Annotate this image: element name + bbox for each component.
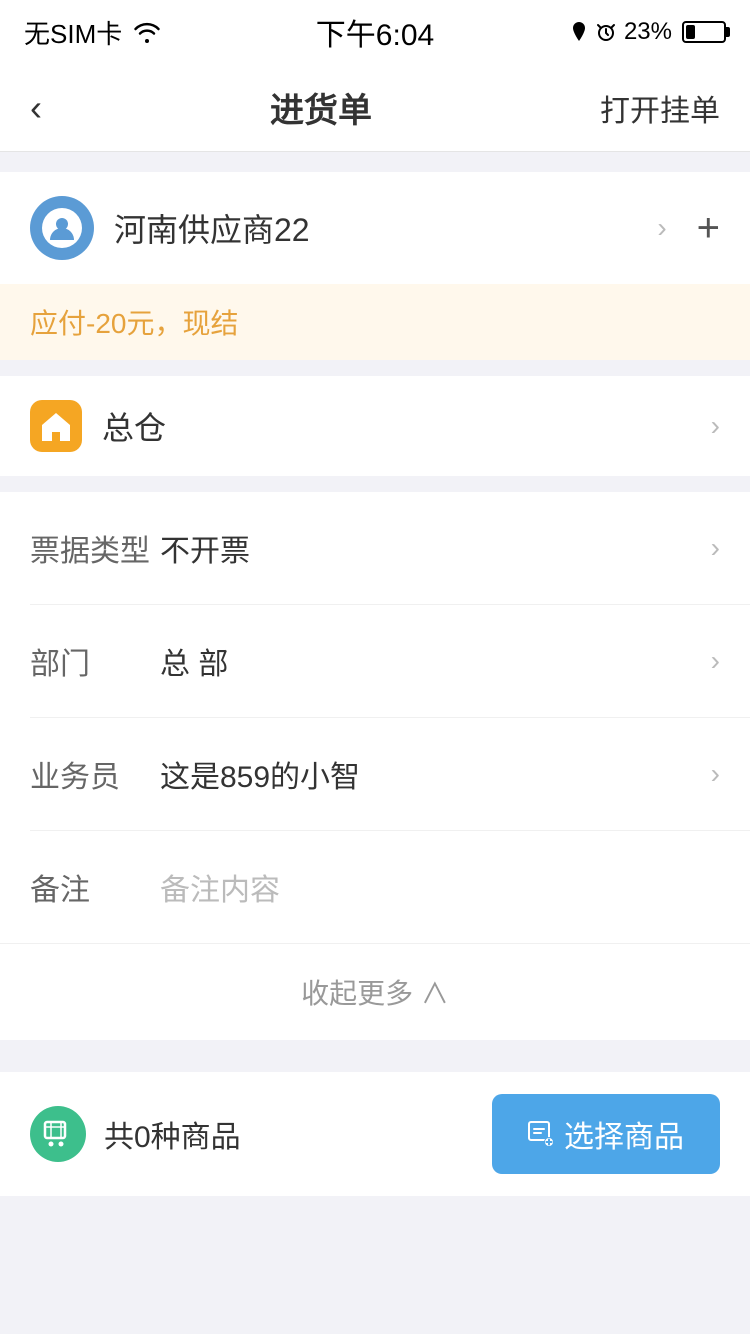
remark-input[interactable]: 备注内容 bbox=[160, 865, 720, 909]
remark-row[interactable]: 备注 备注内容 bbox=[0, 831, 750, 943]
alarm-icon bbox=[596, 21, 616, 43]
status-bar-left: 无SIM卡 bbox=[24, 14, 162, 51]
warehouse-icon-wrap bbox=[30, 400, 82, 452]
notice-text: 应付-20元，现结 bbox=[30, 308, 238, 339]
product-count-area: 共0种商品 bbox=[30, 1106, 241, 1162]
top-divider bbox=[0, 152, 750, 172]
open-pending-button[interactable]: 打开挂单 bbox=[600, 86, 720, 130]
wifi-icon bbox=[132, 21, 162, 43]
form-section: 票据类型 不开票 › 部门 总 部 › 业务员 这是859的小智 › 备注 备注… bbox=[0, 492, 750, 1040]
supplier-avatar bbox=[30, 196, 94, 260]
cart-icon bbox=[43, 1120, 73, 1148]
section-divider-2 bbox=[0, 476, 750, 492]
invoice-chevron-icon: › bbox=[711, 532, 720, 564]
invoice-label: 票据类型 bbox=[30, 526, 160, 570]
remark-label: 备注 bbox=[30, 865, 160, 909]
select-product-button[interactable]: 选择商品 bbox=[492, 1094, 720, 1174]
department-chevron-icon: › bbox=[711, 645, 720, 677]
bottom-bar: 共0种商品 选择商品 bbox=[0, 1072, 750, 1196]
warehouse-chevron-icon: › bbox=[711, 410, 720, 442]
house-icon bbox=[40, 411, 72, 441]
warehouse-row[interactable]: 总仓 › bbox=[0, 376, 750, 476]
battery-icon bbox=[682, 21, 726, 43]
nav-bar: ‹ 进货单 打开挂单 bbox=[0, 64, 750, 152]
cart-icon-wrap bbox=[30, 1106, 86, 1162]
department-value: 总 部 bbox=[160, 639, 711, 683]
page-title: 进货单 bbox=[270, 83, 372, 132]
supplier-chevron-icon: › bbox=[657, 212, 666, 244]
department-row[interactable]: 部门 总 部 › bbox=[0, 605, 750, 717]
salesperson-row[interactable]: 业务员 这是859的小智 › bbox=[0, 718, 750, 830]
select-product-label: 选择商品 bbox=[564, 1112, 684, 1156]
supplier-section: 河南供应商22 › + 应付-20元，现结 bbox=[0, 172, 750, 360]
person-icon bbox=[46, 212, 78, 244]
salesperson-label: 业务员 bbox=[30, 752, 160, 796]
status-bar-time: 下午6:04 bbox=[316, 10, 434, 54]
collapse-row[interactable]: 收起更多 ∧ bbox=[0, 943, 750, 1040]
salesperson-value: 这是859的小智 bbox=[160, 752, 711, 796]
status-bar-right: 23% bbox=[570, 18, 726, 46]
location-icon bbox=[570, 21, 588, 43]
select-product-icon bbox=[528, 1121, 554, 1147]
salesperson-chevron-icon: › bbox=[711, 758, 720, 790]
supplier-row[interactable]: 河南供应商22 › + bbox=[0, 172, 750, 284]
section-divider-3 bbox=[0, 1040, 750, 1056]
back-button[interactable]: ‹ bbox=[30, 87, 42, 129]
product-count-text: 共0种商品 bbox=[104, 1112, 241, 1156]
invoice-value: 不开票 bbox=[160, 526, 711, 570]
battery-percentage: 23% bbox=[624, 18, 672, 46]
status-bar: 无SIM卡 下午6:04 23% bbox=[0, 0, 750, 64]
department-label: 部门 bbox=[30, 639, 160, 683]
network-label: 无SIM卡 bbox=[24, 14, 122, 51]
supplier-row-right: › + bbox=[657, 206, 720, 251]
invoice-row[interactable]: 票据类型 不开票 › bbox=[0, 492, 750, 604]
warehouse-section: 总仓 › bbox=[0, 376, 750, 476]
notice-bar: 应付-20元，现结 bbox=[0, 284, 750, 360]
supplier-name: 河南供应商22 bbox=[114, 205, 657, 251]
collapse-button[interactable]: 收起更多 ∧ bbox=[301, 972, 449, 1012]
add-button[interactable]: + bbox=[697, 206, 720, 251]
section-divider-1 bbox=[0, 360, 750, 376]
warehouse-name: 总仓 bbox=[102, 403, 711, 449]
